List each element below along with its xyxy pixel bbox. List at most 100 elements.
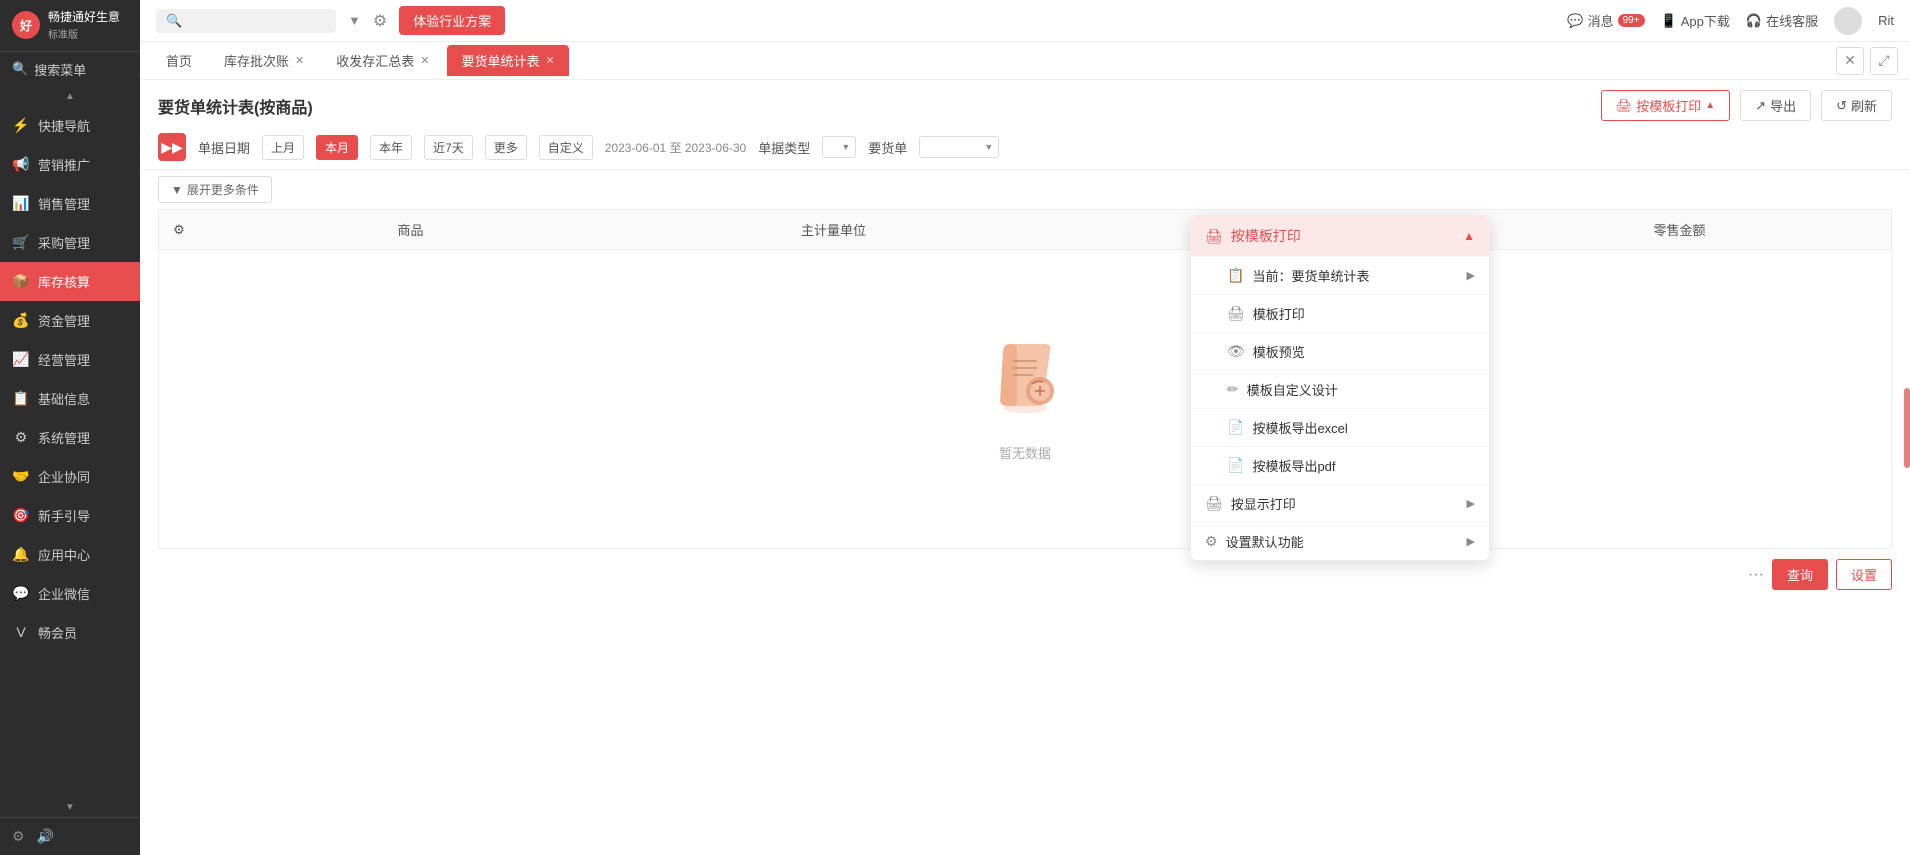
page-content: 要货单统计表(按商品) 🖨 按模板打印 ▲ ↗ 导出 ↺ 刷新 (140, 80, 1910, 855)
topbar-chevron-icon[interactable]: ▼ (348, 13, 361, 28)
bottom-action-bar: ··· 查询 设置 (140, 549, 1910, 600)
tab-close-inventory-batch[interactable]: ✕ (295, 54, 304, 67)
dropdown-item-template-preview[interactable]: 👁 模板预览 (1191, 332, 1489, 370)
scroll-down-icon[interactable]: ▼ (65, 802, 75, 813)
sidebar-scroll-up[interactable]: ▲ (0, 87, 140, 106)
date-range-text: 2023-06-01 至 2023-06-30 (605, 139, 746, 156)
app-badge: 标准版 (48, 26, 120, 41)
date-btn-last-month[interactable]: 上月 (262, 135, 304, 160)
template-preview-icon: 👁 (1227, 343, 1245, 360)
sidebar-item-inventory[interactable]: 📦 库存核算 (0, 262, 140, 301)
refresh-btn[interactable]: ↺ 刷新 (1821, 90, 1892, 121)
dropdown-item-template-print[interactable]: 🖨 模板打印 (1191, 294, 1489, 332)
print-collapse-icon: ▲ (1463, 229, 1475, 243)
sidebar-item-quick-nav[interactable]: ⚡ 快捷导航 (0, 106, 140, 145)
topbar-search-input[interactable] (188, 13, 308, 28)
search-icon: 🔍 (12, 61, 28, 77)
print-dropdown: 🖨 按模板打印 ▲ 📋 当前：要货单统计表 ▶ 🖨 模板打印 👁 模板预览 (1190, 215, 1490, 561)
sidebar-search[interactable]: 🔍 搜索菜单 (0, 52, 140, 87)
table-col-retail: 零售金额 (1468, 210, 1891, 249)
settings-btn[interactable]: 设置 (1836, 559, 1892, 590)
sidebar-item-guide[interactable]: 🎯 新手引导 (0, 496, 140, 535)
order-goods-select[interactable] (919, 136, 999, 158)
order-type-select-wrap[interactable] (822, 136, 856, 158)
sidebar-item-wechat[interactable]: 💬 企业微信 (0, 574, 140, 613)
tab-close-receivables[interactable]: ✕ (420, 54, 429, 67)
sidebar-item-sales[interactable]: 📊 销售管理 (0, 184, 140, 223)
print-template-btn[interactable]: 🖨 按模板打印 ▲ (1601, 90, 1730, 121)
topbar-right: 💬 消息 99+ 📱 App下载 🎧 在线客服 Rit (1567, 7, 1894, 35)
sidebar-bottom: ⚙ 🔊 (0, 817, 140, 855)
order-type-select[interactable] (822, 136, 856, 158)
table-col-settings[interactable]: ⚙ (159, 212, 199, 248)
filter-expand-row: ▼ 展开更多条件 (140, 170, 1910, 209)
display-print-icon: 🖨 (1205, 495, 1223, 512)
scroll-up-icon[interactable]: ▲ (65, 91, 75, 102)
quick-nav-icon: ⚡ (12, 116, 30, 134)
template-excel-icon: 📄 (1227, 419, 1244, 436)
sidebar-item-appstore[interactable]: 🔔 应用中心 (0, 535, 140, 574)
online-service-item[interactable]: 🎧 在线客服 (1746, 11, 1818, 30)
volume-icon[interactable]: 🔊 (37, 828, 54, 845)
sidebar-item-finance[interactable]: 💰 资金管理 (0, 301, 140, 340)
more-actions-icon[interactable]: ··· (1748, 566, 1764, 584)
date-btn-this-month[interactable]: 本月 (316, 135, 358, 160)
print-dropdown-header[interactable]: 🖨 按模板打印 ▲ (1191, 216, 1489, 256)
template-pdf-icon: 📄 (1227, 457, 1244, 474)
user-avatar[interactable] (1834, 7, 1862, 35)
date-btn-7days[interactable]: 近7天 (424, 135, 473, 160)
tab-home[interactable]: 首页 (152, 45, 206, 76)
sidebar-item-marketing[interactable]: 📢 营销推广 (0, 145, 140, 184)
sidebar-item-basic[interactable]: 📋 基础信息 (0, 379, 140, 418)
dropdown-group-default-func[interactable]: ⚙ 设置默认功能 ▶ (1191, 522, 1489, 560)
app-download-item[interactable]: 📱 App下载 (1661, 11, 1730, 30)
tab-receivables[interactable]: 收发存汇总表 ✕ (322, 45, 443, 76)
filter-expand-btn[interactable]: ▶▶ (158, 133, 186, 161)
sidebar-item-collab[interactable]: 🤝 企业协同 (0, 457, 140, 496)
date-btn-more[interactable]: 更多 (485, 135, 527, 160)
purchase-icon: 🛒 (12, 233, 30, 251)
date-btn-this-year[interactable]: 本年 (370, 135, 412, 160)
sidebar-logo: 好 畅捷通好生意 标准版 (0, 0, 140, 52)
settings-bottom-icon[interactable]: ⚙ (12, 828, 25, 845)
sidebar-item-system[interactable]: ⚙ 系统管理 (0, 418, 140, 457)
default-func-icon: ⚙ (1205, 533, 1218, 550)
appstore-icon: 🔔 (12, 545, 30, 563)
sidebar-scroll-down[interactable]: ▼ (0, 798, 140, 817)
tab-close-all-icon[interactable]: ✕ (1836, 47, 1864, 75)
date-btn-custom[interactable]: 自定义 (539, 135, 593, 160)
expand-more-btn[interactable]: ▼ 展开更多条件 (158, 176, 272, 203)
current-template-row[interactable]: 📋 当前：要货单统计表 ▶ (1191, 256, 1489, 294)
dropdown-item-template-custom[interactable]: ✏ 模板自定义设计 (1191, 370, 1489, 408)
sidebar-item-purchase[interactable]: 🛒 采购管理 (0, 223, 140, 262)
tab-close-order-stats[interactable]: ✕ (546, 54, 555, 67)
sidebar-item-member[interactable]: V 畅会员 (0, 613, 140, 652)
operation-icon: 📈 (12, 350, 30, 368)
action-bar: 🖨 按模板打印 ▲ ↗ 导出 ↺ 刷新 (1601, 90, 1892, 121)
dropdown-group-display-print[interactable]: 🖨 按显示打印 ▶ (1191, 484, 1489, 522)
table-header: ⚙ 商品 主计量单位 主数量 零售金额 (158, 209, 1892, 249)
tab-maximize-icon[interactable]: ⤢ (1870, 47, 1898, 75)
order-type-label: 单据类型 (758, 138, 810, 157)
service-icon: 🎧 (1746, 13, 1762, 29)
current-template-icon: 📋 (1227, 267, 1244, 284)
right-scrollbar[interactable] (1904, 388, 1910, 468)
empty-icon (985, 336, 1065, 431)
order-goods-select-wrap[interactable] (919, 136, 999, 158)
trial-btn[interactable]: 体验行业方案 (399, 6, 505, 35)
tab-order-stats[interactable]: 要货单统计表 ✕ (447, 45, 568, 76)
tab-inventory-batch[interactable]: 库存批次账 ✕ (210, 45, 318, 76)
sidebar-item-operation[interactable]: 📈 经营管理 (0, 340, 140, 379)
tab-extra: ✕ ⤢ (1836, 47, 1898, 75)
topbar-settings-icon[interactable]: ⚙ (373, 11, 387, 31)
dropdown-item-template-pdf[interactable]: 📄 按模板导出pdf (1191, 446, 1489, 484)
topbar: 🔍 ▼ ⚙ 体验行业方案 💬 消息 99+ 📱 App下载 🎧 在线客服 Rit (140, 0, 1910, 42)
app-logo-icon: 好 (12, 11, 40, 39)
topbar-search-wrap[interactable]: 🔍 (156, 9, 336, 33)
sales-icon: 📊 (12, 194, 30, 212)
export-btn[interactable]: ↗ 导出 (1740, 90, 1811, 121)
basic-icon: 📋 (12, 389, 30, 407)
notification-item[interactable]: 💬 消息 99+ (1567, 11, 1644, 30)
dropdown-item-template-excel[interactable]: 📄 按模板导出excel (1191, 408, 1489, 446)
query-btn[interactable]: 查询 (1772, 559, 1828, 590)
